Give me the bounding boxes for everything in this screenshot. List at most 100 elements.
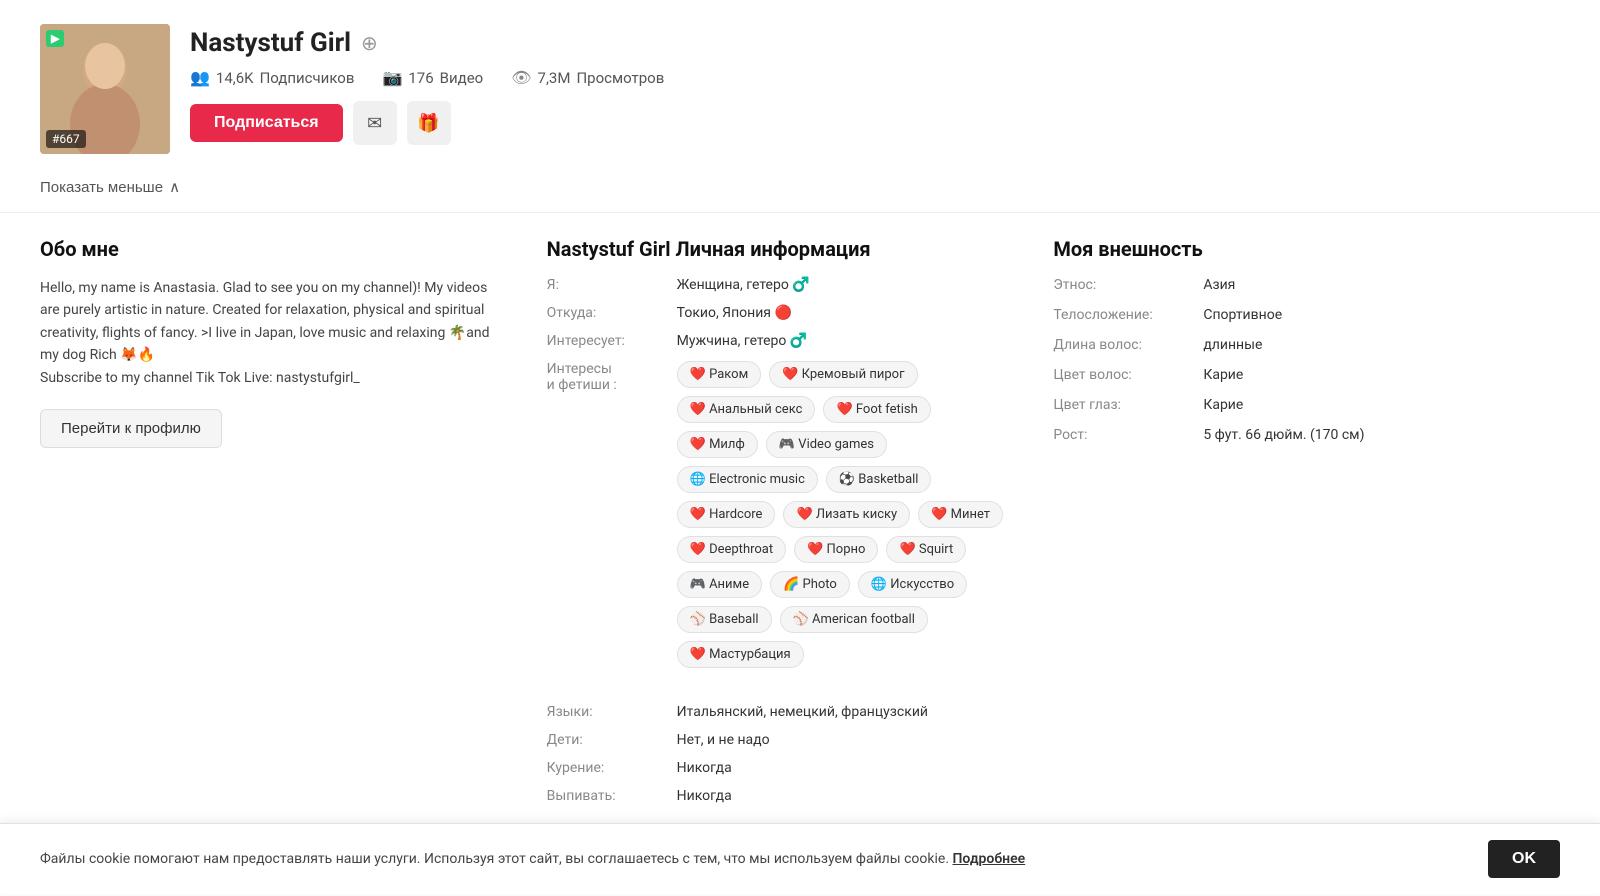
subscribers-icon: 👥 (190, 68, 210, 87)
extra-about (40, 704, 547, 816)
hair-length-row: Длина волос: длинные (1053, 337, 1520, 353)
height-label: Рост: (1053, 427, 1203, 443)
hair-length-value: длинные (1203, 337, 1262, 353)
chevron-up-icon: ∧ (169, 178, 180, 196)
name-row: Nastystuf Girl ⊕ (190, 28, 1560, 58)
main-content: Обо мне Hello, my name is Anastasia. Gla… (0, 213, 1600, 704)
go-to-profile-button[interactable]: Перейти к профилю (40, 409, 222, 448)
views-count: 7,3М (538, 69, 571, 87)
tag-porno: ❤️ Порно (794, 536, 878, 563)
show-less-section: Показать меньше ∧ (0, 170, 1600, 213)
views-icon: 👁 (511, 68, 531, 87)
tag-hardcore: ❤️ Hardcore (677, 501, 776, 528)
tag-anal: ❤️ Анальный секс (677, 396, 816, 423)
hair-length-label: Длина волос: (1053, 337, 1203, 353)
smoking-value: Никогда (677, 760, 732, 776)
interests-row: Интересы и фетиши : ❤️ Раком ❤️ Кремовый… (547, 361, 1014, 668)
height-value: 5 фут. 66 дюйм. (170 см) (1203, 427, 1364, 443)
children-label: Дети: (547, 732, 677, 748)
show-less-button[interactable]: Показать меньше ∧ (40, 178, 180, 196)
eye-color-label: Цвет глаз: (1053, 397, 1203, 413)
avatar-container: true ▶ #667 (40, 24, 170, 154)
extra-appearance (1053, 704, 1560, 816)
videos-icon: 📷 (382, 68, 402, 87)
personal-info-section: Nastystuf Girl Личная информация Я: Женщ… (547, 237, 1054, 680)
hair-color-row: Цвет волос: Карие (1053, 367, 1520, 383)
message-button[interactable]: ✉ (353, 101, 397, 145)
body-row: Телосложение: Спортивное (1053, 307, 1520, 323)
gift-icon: 🎁 (417, 113, 439, 134)
tag-photo: 🌈 Photo (770, 571, 850, 598)
subscribers-stat: 👥 14,6K Подписчиков (190, 68, 354, 87)
eye-color-row: Цвет глаз: Карие (1053, 397, 1520, 413)
from-value: Токио, Япония 🔴 (677, 305, 792, 321)
tag-milf: ❤️ Милф (677, 431, 758, 458)
from-row: Откуда: Токио, Япония 🔴 (547, 305, 1014, 321)
body-label: Телосложение: (1053, 307, 1203, 323)
tag-lizat: ❤️ Лизать киску (783, 501, 910, 528)
views-label: Просмотров (576, 69, 664, 87)
about-section: Обо мне Hello, my name is Anastasia. Gla… (40, 237, 547, 680)
profile-info: Nastystuf Girl ⊕ 👥 14,6K Подписчиков 📷 1… (190, 24, 1560, 145)
tag-anime: 🎮 Аниме (677, 571, 762, 598)
height-row: Рост: 5 фут. 66 дюйм. (170 см) (1053, 427, 1520, 443)
body-value: Спортивное (1203, 307, 1282, 323)
videos-label: Видео (440, 69, 484, 87)
ethnicity-row: Этнос: Азия (1053, 277, 1520, 293)
profile-header: true ▶ #667 Nastystuf Girl ⊕ 👥 14,6K Под… (0, 0, 1600, 170)
drinking-row: Выпивать: Никогда (547, 788, 1014, 804)
drinking-label: Выпивать: (547, 788, 677, 804)
i-am-label: Я: (547, 277, 677, 293)
tag-american-football: ⚾ American football (780, 606, 928, 633)
tag-deepthroat: ❤️ Deepthroat (677, 536, 786, 563)
tag-basketball: ⚽ Basketball (826, 466, 932, 493)
ethnicity-label: Этнос: (1053, 277, 1203, 293)
about-title: Обо мне (40, 237, 507, 261)
appearance-section: Моя внешность Этнос: Азия Телосложение: … (1053, 237, 1560, 680)
interested-label: Интересует: (547, 333, 677, 349)
tag-rakom: ❤️ Раком (677, 361, 762, 388)
ethnicity-value: Азия (1203, 277, 1235, 293)
tag-masturbaciya: ❤️ Мастурбация (677, 641, 804, 668)
gift-button[interactable]: 🎁 (407, 101, 451, 145)
tag-baseball: ⚾ Baseball (677, 606, 772, 633)
tag-iskusstvo: 🌐 Искусство (858, 571, 967, 598)
interested-row: Интересует: Мужчина, гетеро ♂️ (547, 333, 1014, 349)
interests-label: Интересы и фетиши : (547, 361, 677, 393)
cookie-text: Файлы cookie помогают нам предоставлять … (40, 851, 1468, 867)
tag-minet: ❤️ Минет (918, 501, 1003, 528)
cookie-link[interactable]: Подробнее (953, 851, 1026, 867)
subscribe-button[interactable]: Подписаться (190, 104, 343, 142)
personal-info-title: Nastystuf Girl Личная информация (547, 237, 1014, 261)
lang-value: Итальянский, немецкий, французский (677, 704, 928, 720)
smoking-row: Курение: Никогда (547, 760, 1014, 776)
from-label: Откуда: (547, 305, 677, 321)
i-am-row: Я: Женщина, гетеро ♂️ (547, 277, 1014, 293)
tag-kremovyi: ❤️ Кремовый пирог (769, 361, 917, 388)
subscribers-count: 14,6K (216, 69, 254, 87)
extra-personal: Языки: Итальянский, немецкий, французски… (547, 704, 1054, 816)
smoking-label: Курение: (547, 760, 677, 776)
profile-name: Nastystuf Girl (190, 28, 351, 58)
tag-video-games: 🎮 Video games (766, 431, 887, 458)
tag-foot-fetish: ❤️ Foot fetish (823, 396, 930, 423)
views-stat: 👁 7,3М Просмотров (511, 68, 664, 87)
cookie-ok-button[interactable]: OK (1488, 840, 1560, 878)
tag-electronic-music: 🌐 Electronic music (677, 466, 818, 493)
info-table: Я: Женщина, гетеро ♂️ Откуда: Токио, Япо… (547, 277, 1014, 668)
tag-squirt: ❤️ Squirt (886, 536, 966, 563)
videos-count: 176 (408, 69, 433, 87)
children-row: Дети: Нет, и не надо (547, 732, 1014, 748)
subscribers-label: Подписчиков (260, 69, 355, 87)
drinking-value: Никогда (677, 788, 732, 804)
hair-color-value: Карие (1203, 367, 1243, 383)
lang-label: Языки: (547, 704, 677, 720)
bio-text: Hello, my name is Anastasia. Glad to see… (40, 277, 507, 389)
live-badge: true ▶ (46, 30, 64, 47)
interested-value: Мужчина, гетеро ♂️ (677, 333, 808, 349)
extra-info-grid: Языки: Итальянский, немецкий, французски… (40, 704, 1560, 816)
eye-color-value: Карие (1203, 397, 1243, 413)
appearance-title: Моя внешность (1053, 237, 1520, 261)
hair-color-label: Цвет волос: (1053, 367, 1203, 383)
tags-container: ❤️ Раком ❤️ Кремовый пирог ❤️ Анальный с… (677, 361, 1014, 668)
